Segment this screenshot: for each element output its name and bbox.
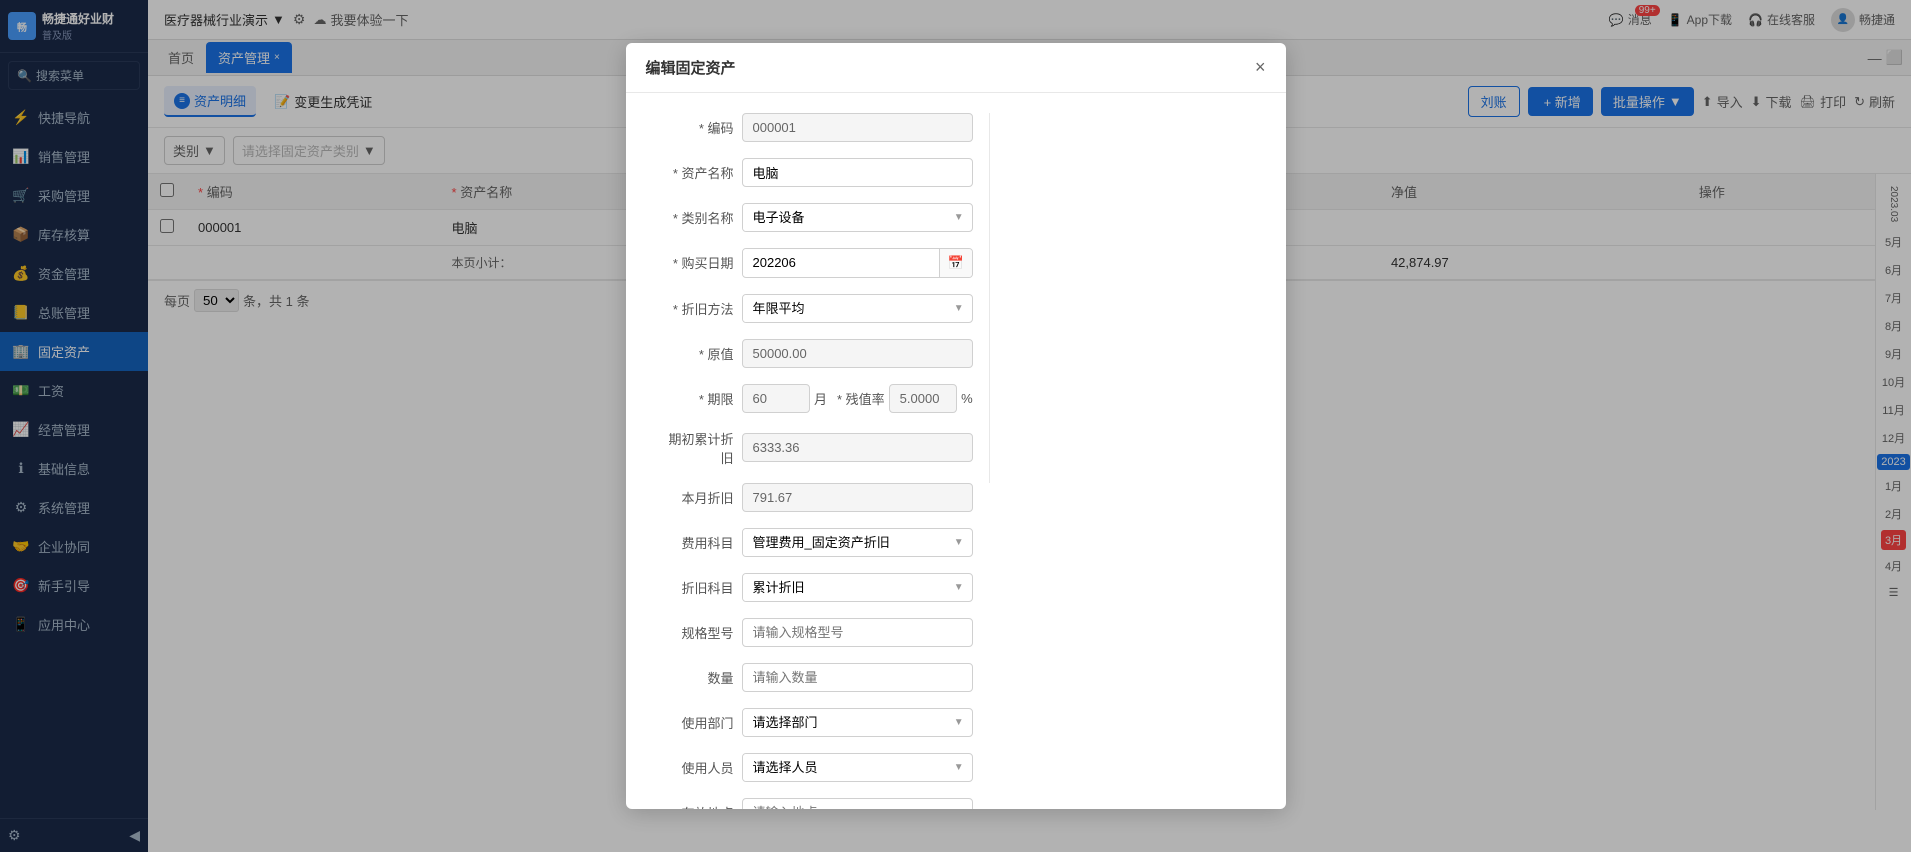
current-month-dep-input[interactable] <box>742 483 973 512</box>
calendar-icon[interactable]: 📅 <box>939 249 972 277</box>
form-row-asset-name: * 资产名称 <box>662 158 973 187</box>
form-divider <box>989 113 990 483</box>
form-row-purchase-date: * 购买日期 📅 <box>662 248 973 278</box>
method-select-wrapper: 年限平均 ▼ <box>742 294 973 323</box>
form-row-quantity: 数量 <box>662 663 973 692</box>
purchase-date-label: * 购买日期 <box>662 253 742 272</box>
form-row-code: * 编码 <box>662 113 973 142</box>
expense-subject-icon: ▼ <box>946 531 972 554</box>
user-label: 使用人员 <box>662 758 742 777</box>
expense-subject-label: 费用科目 <box>662 533 742 552</box>
spec-label: 规格型号 <box>662 623 742 642</box>
modal-body: * 编码 * 资产名称 * 类别名称 电子设备 <box>626 93 1286 810</box>
form-row-expense-subject: 费用科目 管理费用_固定资产折旧 ▼ <box>662 528 973 557</box>
spec-input[interactable] <box>742 618 973 647</box>
form-row-dep-subject: 折旧科目 累计折旧 ▼ <box>662 573 973 602</box>
expense-subject-wrapper: 管理费用_固定资产折旧 ▼ <box>742 528 973 557</box>
original-value-label: * 原值 <box>662 344 742 363</box>
modal-form-grid: * 编码 * 资产名称 * 类别名称 电子设备 <box>646 113 1266 810</box>
initial-depreciation-label: 期初累计折旧 <box>662 429 742 467</box>
form-row-method: * 折旧方法 年限平均 ▼ <box>662 294 973 323</box>
period-salvage-group: 月 * 残值率 % <box>742 384 973 413</box>
method-label: * 折旧方法 <box>662 299 742 318</box>
form-row-category: * 类别名称 电子设备 ▼ <box>662 203 973 232</box>
form-row-original-value: * 原值 <box>662 339 973 368</box>
method-dropdown-icon: ▼ <box>946 297 972 320</box>
user-select-wrapper: 请选择人员 ▼ <box>742 753 973 782</box>
form-row-spec: 规格型号 <box>662 618 973 647</box>
storage-label: 存放地点 <box>662 803 742 810</box>
form-row-initial-depreciation: 期初累计折旧 <box>662 429 973 467</box>
salvage-unit: % <box>961 391 973 406</box>
code-input[interactable] <box>742 113 973 142</box>
purchase-date-wrapper: 📅 <box>742 248 973 278</box>
current-month-dep-label: 本月折旧 <box>662 488 742 507</box>
user-select[interactable]: 请选择人员 <box>743 754 946 781</box>
method-select[interactable]: 年限平均 <box>743 295 946 322</box>
form-row-current-month-dep: 本月折旧 <box>662 483 973 512</box>
form-right-section: 本月折旧 费用科目 管理费用_固定资产折旧 ▼ <box>646 483 989 810</box>
department-select[interactable]: 请选择部门 <box>743 709 946 736</box>
expense-subject-select[interactable]: 管理费用_固定资产折旧 <box>743 529 946 556</box>
department-icon: ▼ <box>946 711 972 734</box>
form-left-section: * 编码 * 资产名称 * 类别名称 电子设备 <box>646 113 989 483</box>
storage-input[interactable] <box>742 798 973 810</box>
form-row-storage: 存放地点 <box>662 798 973 810</box>
quantity-label: 数量 <box>662 668 742 687</box>
modal-header: 编辑固定资产 × <box>626 43 1286 93</box>
form-row-user: 使用人员 请选择人员 ▼ <box>662 753 973 782</box>
form-row-department: 使用部门 请选择部门 ▼ <box>662 708 973 737</box>
salvage-label: * 残值率 <box>837 389 885 408</box>
period-label: * 期限 <box>662 389 742 408</box>
category-label: * 类别名称 <box>662 208 742 227</box>
period-unit: 月 <box>814 389 827 408</box>
user-icon: ▼ <box>946 756 972 779</box>
modal-close-button[interactable]: × <box>1255 57 1266 78</box>
dep-subject-label: 折旧科目 <box>662 578 742 597</box>
modal-title: 编辑固定资产 <box>646 57 736 78</box>
salvage-input[interactable] <box>889 384 957 413</box>
original-value-input[interactable] <box>742 339 973 368</box>
edit-fixed-asset-modal: 编辑固定资产 × * 编码 * 资产名称 <box>626 43 1286 810</box>
asset-name-input[interactable] <box>742 158 973 187</box>
dep-subject-wrapper: 累计折旧 ▼ <box>742 573 973 602</box>
asset-name-label: * 资产名称 <box>662 163 742 182</box>
initial-depreciation-input[interactable] <box>742 433 973 462</box>
department-select-wrapper: 请选择部门 ▼ <box>742 708 973 737</box>
department-label: 使用部门 <box>662 713 742 732</box>
category-dropdown-icon: ▼ <box>946 206 972 229</box>
dep-subject-icon: ▼ <box>946 576 972 599</box>
dep-subject-select[interactable]: 累计折旧 <box>743 574 946 601</box>
quantity-input[interactable] <box>742 663 973 692</box>
modal-overlay: 编辑固定资产 × * 编码 * 资产名称 <box>0 0 1911 852</box>
form-row-period-salvage: * 期限 月 * 残值率 % <box>662 384 973 413</box>
category-select[interactable]: 电子设备 <box>743 204 946 231</box>
purchase-date-input[interactable] <box>743 249 939 276</box>
category-select-wrapper: 电子设备 ▼ <box>742 203 973 232</box>
period-input[interactable] <box>742 384 810 413</box>
code-label: * 编码 <box>662 118 742 137</box>
